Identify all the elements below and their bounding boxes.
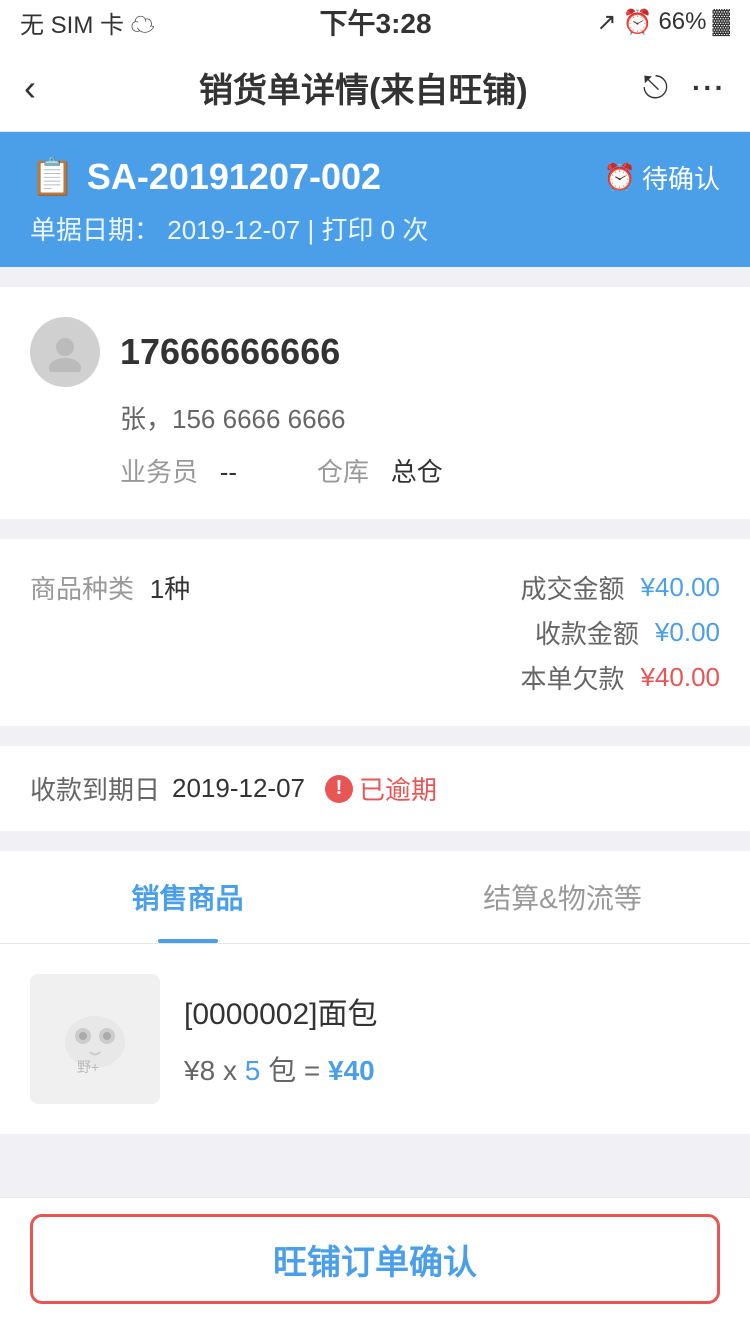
deal-row: 成交金额 ¥40.00	[520, 569, 720, 606]
tabs-header: 销售商品 结算&物流等	[0, 851, 750, 944]
type-value: 1种	[150, 574, 190, 604]
order-status-text: 待确认	[642, 159, 720, 196]
salesperson-value: --	[220, 457, 237, 487]
deal-label: 成交金额	[520, 569, 624, 606]
collected-row: 收款金额 ¥0.00	[535, 614, 720, 651]
order-id: 📋 SA-20191207-002	[30, 156, 381, 198]
status-left: 无 SIM 卡 ☁	[20, 5, 155, 40]
tabs-section: 销售商品 结算&物流等 野+ [0000002]面包 ¥8 x 5 包	[0, 851, 750, 1134]
customer-sub-info: 张，156 6666 6666	[120, 399, 720, 436]
quantity: 5	[245, 1055, 261, 1086]
back-button[interactable]: ‹	[24, 67, 84, 109]
product-price: ¥8 x 5 包 = ¥40	[184, 1049, 720, 1089]
tab-sales-product[interactable]: 销售商品	[0, 851, 375, 943]
product-name: [0000002]面包	[184, 989, 720, 1033]
total-price: ¥40	[328, 1055, 375, 1086]
overdue-text: 已逾期	[359, 770, 437, 807]
page-title: 销货单详情(来自旺铺)	[199, 63, 528, 112]
avatar	[30, 317, 100, 387]
order-status-badge: ⏰ 待确认	[604, 159, 720, 196]
status-bar: 无 SIM 卡 ☁ 下午3:28 ↗ ⏰ 66% ▓	[0, 0, 750, 44]
battery-level: 66%	[658, 8, 706, 36]
battery-icon: ▓	[712, 8, 730, 36]
sim-status: 无 SIM 卡 ☁	[20, 5, 155, 40]
warehouse-label: 仓库	[317, 457, 369, 487]
customer-row: 17666666666	[30, 317, 720, 387]
order-id-text: SA-20191207-002	[87, 156, 381, 198]
owe-row: 本单欠款 ¥40.00	[520, 659, 720, 696]
due-date-value: 2019-12-07	[172, 773, 305, 804]
overdue-badge: ! 已逾期	[325, 770, 437, 807]
confirm-order-button[interactable]: 旺铺订单确认	[30, 1214, 720, 1304]
customer-section: 17666666666 张，156 6666 6666 业务员 -- 仓库 总仓	[0, 287, 750, 519]
svg-text:野+: 野+	[77, 1059, 99, 1074]
due-section: 收款到期日 2019-12-07 ! 已逾期	[0, 746, 750, 831]
header-top: 📋 SA-20191207-002 ⏰ 待确认	[30, 156, 720, 198]
status-time: 下午3:28	[320, 2, 432, 42]
customer-meta: 业务员 -- 仓库 总仓	[120, 452, 720, 489]
owe-label: 本单欠款	[520, 659, 624, 696]
product-info: [0000002]面包 ¥8 x 5 包 = ¥40	[184, 989, 720, 1089]
summary-right: 成交金额 ¥40.00 收款金额 ¥0.00 本单欠款 ¥40.00	[375, 569, 720, 696]
product-item: 野+ [0000002]面包 ¥8 x 5 包 = ¥40	[0, 944, 750, 1134]
order-date-row: 单据日期： 2019-12-07 | 打印 0 次	[30, 210, 720, 247]
customer-phone: 17666666666	[120, 331, 340, 373]
type-label: 商品种类	[30, 574, 134, 604]
product-image: 野+	[30, 974, 160, 1104]
header-card: 📋 SA-20191207-002 ⏰ 待确认 单据日期： 2019-12-07…	[0, 132, 750, 267]
multiply-sign: x	[223, 1055, 245, 1086]
deal-value: ¥40.00	[640, 572, 720, 603]
nav-bar: ‹ 销货单详情(来自旺铺) ⎋ ···	[0, 44, 750, 132]
status-right: ↗ ⏰ 66% ▓	[596, 8, 730, 37]
unit-price: ¥8	[184, 1055, 215, 1086]
equals-sign: =	[304, 1055, 328, 1086]
alarm-icon: ⏰	[623, 8, 653, 37]
order-icon: 📋	[30, 156, 75, 198]
status-clock-icon: ⏰	[604, 162, 636, 193]
salesperson-label: 业务员	[120, 457, 198, 487]
share-icon[interactable]: ⎋	[643, 69, 668, 107]
owe-value: ¥40.00	[640, 662, 720, 693]
summary-left: 商品种类 1种	[30, 569, 375, 606]
order-print-info: | 打印 0 次	[307, 215, 428, 245]
warehouse-value: 总仓	[391, 457, 443, 487]
unit: 包	[268, 1055, 296, 1086]
more-icon[interactable]: ···	[692, 72, 726, 104]
overdue-icon: !	[325, 775, 353, 803]
tab-settlement[interactable]: 结算&物流等	[375, 851, 750, 943]
order-date-value: 2019-12-07	[167, 215, 300, 245]
collected-value: ¥0.00	[655, 617, 720, 648]
summary-section: 商品种类 1种 成交金额 ¥40.00 收款金额 ¥0.00 本单欠款 ¥40.…	[0, 539, 750, 726]
collected-label: 收款金额	[535, 614, 639, 651]
nav-actions: ⎋ ···	[643, 69, 726, 107]
due-label: 收款到期日	[30, 770, 160, 807]
bottom-btn-wrap: 旺铺订单确认	[0, 1197, 750, 1334]
order-date-label: 单据日期：	[30, 215, 160, 245]
location-icon: ↗	[596, 8, 616, 37]
